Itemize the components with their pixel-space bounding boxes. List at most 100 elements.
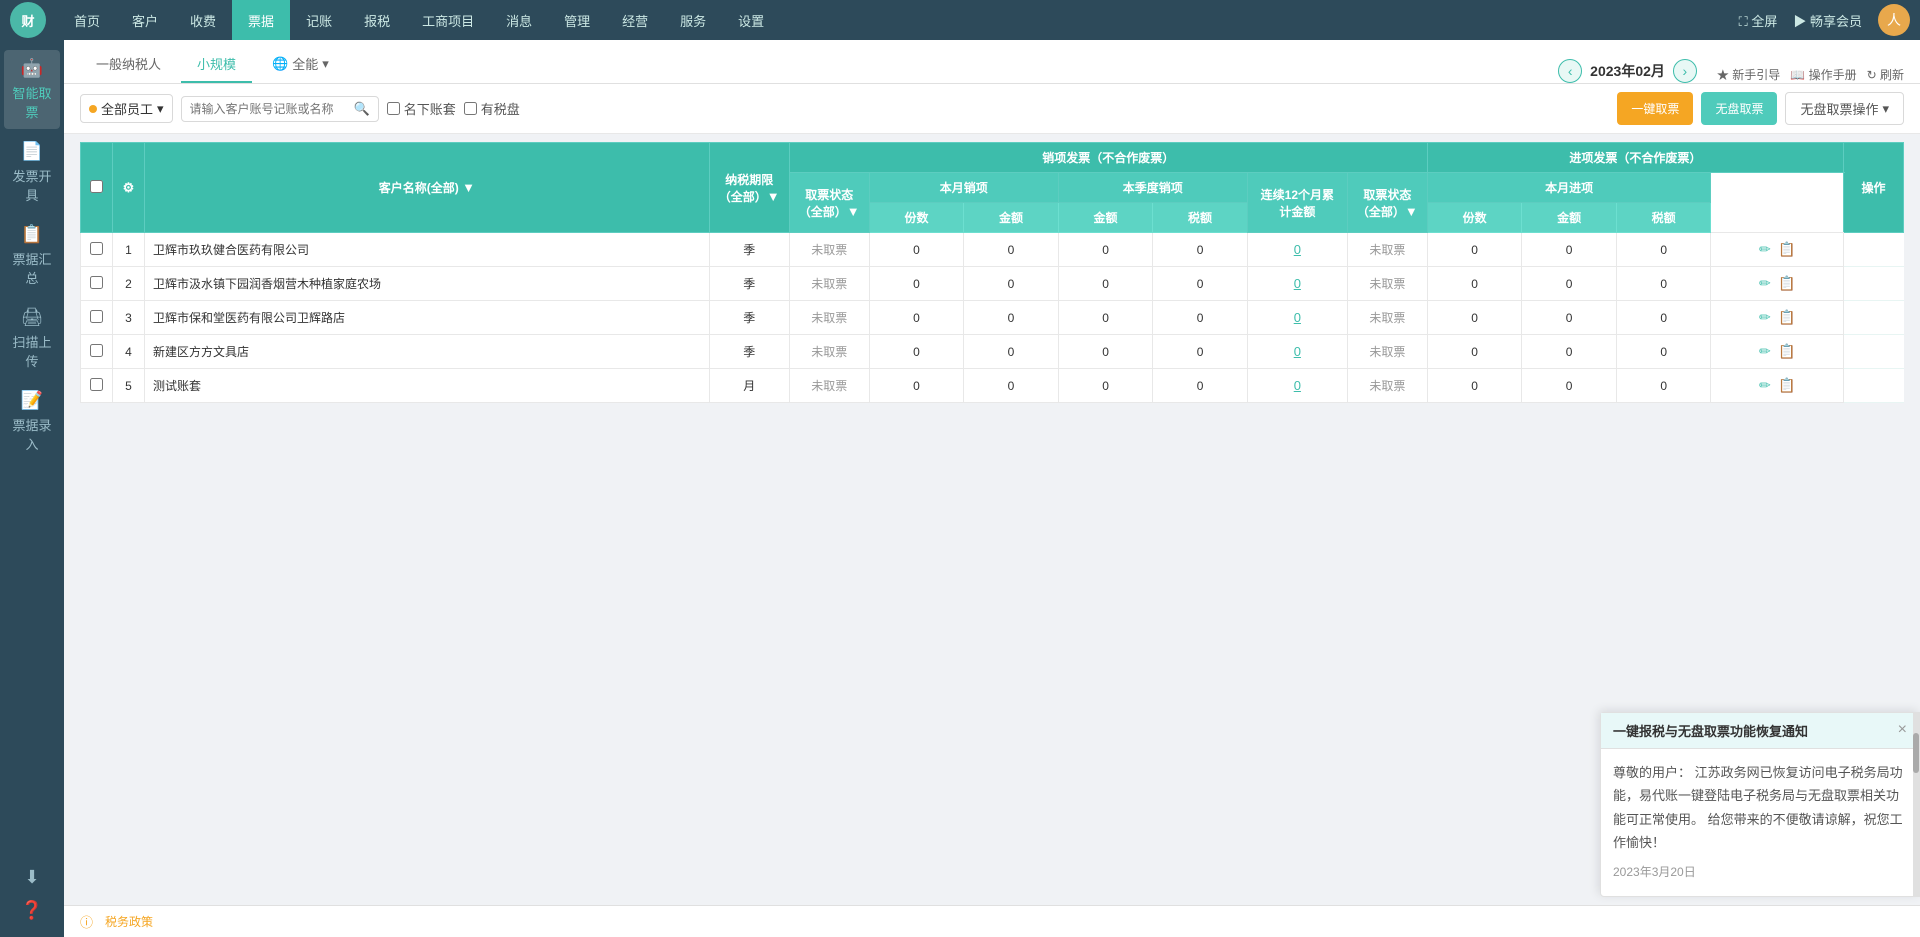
action-cell: ✏ 📋 (1711, 267, 1844, 301)
detail-icon[interactable]: 📋 (1778, 241, 1795, 257)
employee-filter[interactable]: 全部员工 ▾ (80, 94, 173, 123)
tab-all[interactable]: 🌐 全能 ▾ (256, 46, 345, 83)
one-key-invoice-button[interactable]: 一键取票 (1617, 92, 1693, 125)
row-checkbox-cell[interactable] (81, 301, 113, 335)
select-all-checkbox[interactable] (90, 180, 103, 193)
detail-icon[interactable]: 📋 (1778, 343, 1795, 359)
sidebar: 🤖 智能取票 📄 发票开具 📋 票据汇总 🖨 扫描上传 📝 票据录入 ⬇ ❓ (0, 40, 64, 937)
action-cell: ✏ 📋 (1711, 335, 1844, 369)
bottom-bar: ⓘ 税务政策 (64, 905, 1920, 937)
new-user-guide-link[interactable]: ★ 新手引导 (1717, 66, 1780, 83)
nav-service[interactable]: 服务 (664, 0, 722, 40)
sales-month-amount-header: 金额 (964, 203, 1059, 233)
sales-quarter-amount-cell: 0 (1058, 335, 1153, 369)
row-checkbox-cell[interactable] (81, 267, 113, 301)
detail-icon[interactable]: 📋 (1778, 309, 1795, 325)
edit-icon[interactable]: ✏ (1759, 241, 1771, 257)
row-checkbox-cell[interactable] (81, 369, 113, 403)
sidebar-item-smart-invoice[interactable]: 🤖 智能取票 (4, 50, 60, 129)
row-checkbox[interactable] (90, 242, 103, 255)
filter-icon[interactable]: ▼ (847, 204, 860, 219)
search-icon[interactable]: 🔍 (354, 101, 370, 117)
nav-tax[interactable]: 报税 (348, 0, 406, 40)
tax-policy-link[interactable]: 税务政策 (105, 913, 153, 930)
nav-business[interactable]: 工商项目 (406, 0, 490, 40)
settings-gear-icon[interactable]: ⚙ (123, 180, 135, 195)
sidebar-item-invoice-entry[interactable]: 📝 票据录入 (4, 382, 60, 461)
cumulative-12-cell[interactable]: 0 (1247, 267, 1347, 301)
row-index-cell: 4 (113, 335, 145, 369)
help-icon[interactable]: ❓ (21, 900, 43, 921)
checkbox-under-account[interactable]: 名下账套 (387, 99, 456, 118)
tab-small-scale[interactable]: 小规模 (181, 46, 252, 83)
download-icon[interactable]: ⬇ (24, 867, 39, 888)
edit-icon[interactable]: ✏ (1759, 343, 1771, 359)
row-checkbox[interactable] (90, 276, 103, 289)
sales-quarter-amount-header: 金额 (1058, 203, 1153, 233)
filter-icon[interactable]: ▼ (462, 180, 475, 195)
user-avatar[interactable]: 人 (1878, 4, 1910, 36)
nav-fee[interactable]: 收费 (174, 0, 232, 40)
sidebar-item-scan-upload[interactable]: 🖨 扫描上传 (4, 299, 60, 378)
filter-icon[interactable]: ▼ (1405, 204, 1418, 219)
tab-general-taxpayer[interactable]: 一般纳税人 (80, 46, 177, 83)
purchase-invoice-header: 进项发票（不合作废票） (1427, 143, 1843, 173)
nav-bookkeeping[interactable]: 记账 (290, 0, 348, 40)
cumulative-12-cell[interactable]: 0 (1247, 369, 1347, 403)
nav-home[interactable]: 首页 (58, 0, 116, 40)
nav-operation[interactable]: 经营 (606, 0, 664, 40)
detail-icon[interactable]: 📋 (1778, 377, 1795, 393)
checkbox-has-tax-disk-input[interactable] (464, 102, 477, 115)
cumulative-12-cell[interactable]: 0 (1247, 233, 1347, 267)
vip-button[interactable]: ▶ 畅享会员 (1793, 11, 1862, 30)
edit-icon[interactable]: ✏ (1759, 275, 1771, 291)
purchase-month-shares-cell: 0 (1427, 369, 1522, 403)
nav-settings[interactable]: 设置 (722, 0, 780, 40)
nav-manage[interactable]: 管理 (548, 0, 606, 40)
filter-icon[interactable]: ▼ (767, 189, 780, 204)
purchase-month-shares-cell: 0 (1427, 301, 1522, 335)
row-checkbox[interactable] (90, 310, 103, 323)
checkbox-has-tax-disk[interactable]: 有税盘 (464, 99, 520, 118)
checkbox-under-account-input[interactable] (387, 102, 400, 115)
row-checkbox[interactable] (90, 344, 103, 357)
purchase-status-header: 取票状态（全部）▼ (1347, 173, 1427, 233)
sales-month-amount-cell: 0 (964, 233, 1059, 267)
row-checkbox-cell[interactable] (81, 233, 113, 267)
diskless-invoice-operation-button[interactable]: 无盘取票操作 ▾ (1785, 92, 1904, 125)
cumulative-12-cell[interactable]: 0 (1247, 301, 1347, 335)
sidebar-item-label: 扫描上传 (8, 332, 56, 370)
sales-status-cell: 未取票 (789, 233, 869, 267)
notification-header: 一键报税与无盘取票功能恢复通知 × (1601, 713, 1919, 749)
table-row: 4 新建区方方文具店 季 未取票 0 0 0 0 0 未取票 0 0 0 ✏ 📋 (81, 335, 1904, 369)
purchase-month-tax-cell: 0 (1616, 335, 1711, 369)
tax-period-cell: 月 (709, 369, 789, 403)
sidebar-item-issue-invoice[interactable]: 📄 发票开具 (4, 133, 60, 212)
edit-icon[interactable]: ✏ (1759, 309, 1771, 325)
prev-month-button[interactable]: ‹ (1558, 59, 1582, 83)
row-checkbox-cell[interactable] (81, 335, 113, 369)
edit-icon[interactable]: ✏ (1759, 377, 1771, 393)
tax-period-cell: 季 (709, 233, 789, 267)
detail-icon[interactable]: 📋 (1778, 275, 1795, 291)
sales-month-shares-cell: 0 (869, 233, 964, 267)
fullscreen-button[interactable]: ⛶ 全屏 (1739, 11, 1778, 30)
next-month-button[interactable]: › (1673, 59, 1697, 83)
nav-client[interactable]: 客户 (116, 0, 174, 40)
refresh-link[interactable]: ↻ 刷新 (1867, 66, 1904, 83)
row-index-cell: 5 (113, 369, 145, 403)
cumulative-12-cell[interactable]: 0 (1247, 335, 1347, 369)
row-index-cell: 1 (113, 233, 145, 267)
notification-scrollbar[interactable] (1913, 713, 1919, 896)
chevron-down-icon: ▾ (322, 56, 329, 72)
nav-message[interactable]: 消息 (490, 0, 548, 40)
search-input[interactable] (190, 102, 350, 116)
operation-manual-link[interactable]: 📖 操作手册 (1790, 66, 1856, 83)
nav-invoice[interactable]: 票据 (232, 0, 290, 40)
purchase-month-amount-cell: 0 (1522, 301, 1617, 335)
sidebar-item-invoice-summary[interactable]: 📋 票据汇总 (4, 216, 60, 295)
diskless-invoice-button[interactable]: 无盘取票 (1701, 92, 1777, 125)
sales-month-amount-cell: 0 (964, 301, 1059, 335)
notification-close-button[interactable]: × (1898, 721, 1907, 739)
row-checkbox[interactable] (90, 378, 103, 391)
